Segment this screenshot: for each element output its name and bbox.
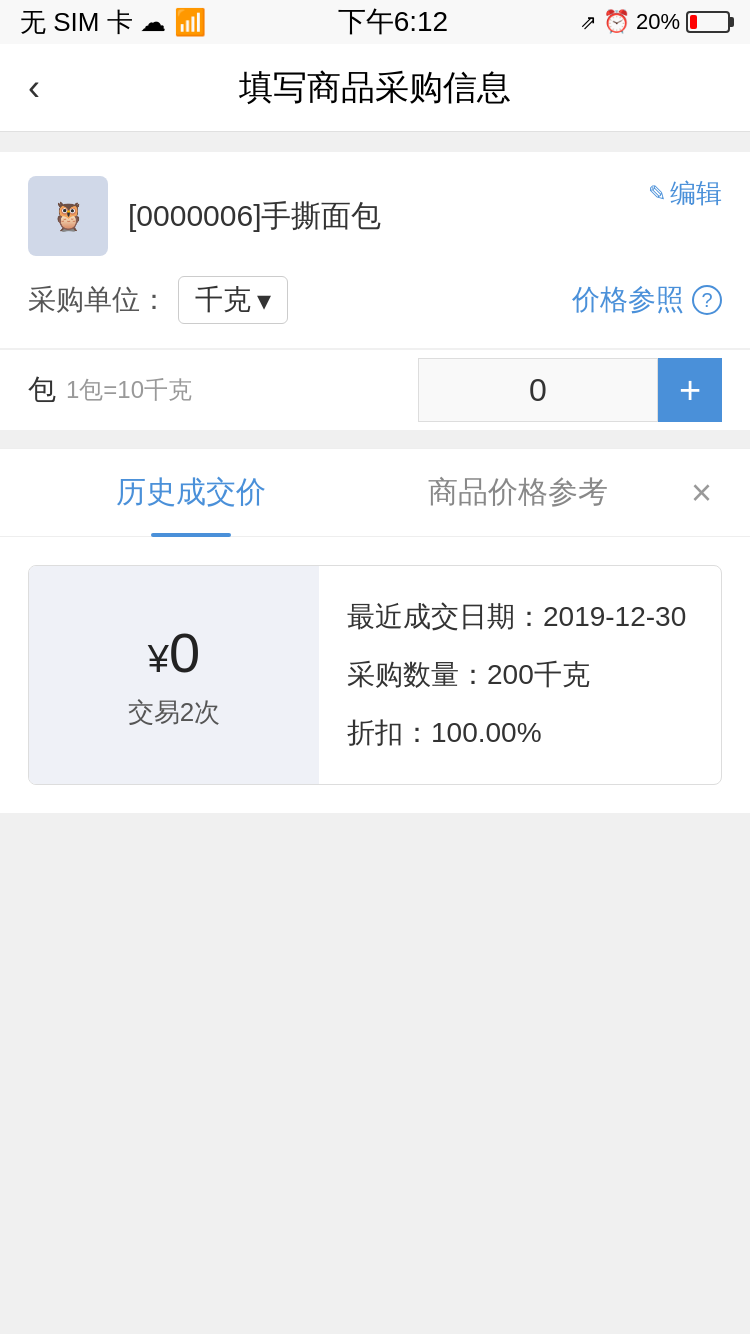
footer-area: [0, 813, 750, 1334]
unit-label: 采购单位：: [28, 281, 168, 319]
price-display: ¥0: [148, 620, 200, 685]
price-value: 0: [169, 621, 200, 684]
recent-date-label: 最近成交日期：: [347, 601, 543, 632]
sim-label: 无 SIM 卡 ☁: [20, 5, 166, 40]
product-name: [0000006]手撕面包: [128, 196, 381, 237]
back-button[interactable]: ‹: [28, 67, 40, 109]
status-bar: 无 SIM 卡 ☁ 📶 下午6:12 ⇗ ⏰ 20%: [0, 0, 750, 44]
qty-input-wrap: +: [418, 358, 722, 422]
qty-unit-icon: 包: [28, 371, 56, 409]
trade-count: 交易2次: [128, 695, 220, 730]
tab-history-price[interactable]: 历史成交价: [28, 449, 354, 537]
discount-row: 折扣：100.00%: [347, 712, 693, 754]
battery-icon: [686, 11, 730, 33]
unit-value: 千克: [195, 281, 251, 319]
qty-value: 200千克: [487, 659, 590, 690]
recent-date-row: 最近成交日期：2019-12-30: [347, 596, 693, 638]
tab-close-button[interactable]: ×: [681, 472, 722, 514]
nav-bar: ‹ 填写商品采购信息: [0, 44, 750, 132]
price-card-right: 最近成交日期：2019-12-30 采购数量：200千克 折扣：100.00%: [319, 566, 721, 784]
qty-unit-detail: 1包=10千克: [66, 374, 192, 406]
quantity-input[interactable]: [418, 358, 658, 422]
discount-value: 100.00%: [431, 717, 542, 748]
unit-select[interactable]: 千克 ▾: [178, 276, 288, 324]
edit-button[interactable]: ✎ 编辑: [648, 176, 722, 211]
purchase-qty-row: 采购数量：200千克: [347, 654, 693, 696]
price-card: ¥0 交易2次 最近成交日期：2019-12-30 采购数量：200千克 折扣：…: [28, 565, 722, 785]
location-icon: ⇗: [580, 10, 597, 34]
qty-plus-button[interactable]: +: [658, 358, 722, 422]
qty-unit-info: 包 1包=10千克: [28, 371, 192, 409]
product-card: 🦉 [0000006]手撕面包 ✎ 编辑 采购单位： 千克 ▾ 价格参照 ?: [0, 152, 750, 348]
unit-arrow-icon: ▾: [257, 284, 271, 317]
edit-label: 编辑: [670, 176, 722, 211]
status-left: 无 SIM 卡 ☁ 📶: [20, 5, 206, 40]
product-left: 🦉 [0000006]手撕面包: [28, 176, 381, 256]
wifi-icon: 📶: [174, 7, 206, 38]
discount-label: 折扣：: [347, 717, 431, 748]
tab-price-ref-label: 商品价格参考: [428, 472, 608, 513]
tab-history-label: 历史成交价: [116, 472, 266, 513]
battery-pct: 20%: [636, 9, 680, 35]
page-title: 填写商品采购信息: [239, 65, 511, 111]
status-time: 下午6:12: [338, 3, 449, 41]
tabs-section: 历史成交价 商品价格参考 × ¥0 交易2次 最近成交日期：2019-12-30…: [0, 448, 750, 813]
unit-row: 采购单位： 千克 ▾: [28, 276, 288, 324]
yen-symbol: ¥: [148, 638, 169, 680]
price-reference-button[interactable]: 价格参照 ?: [572, 281, 722, 319]
tab-product-price-ref[interactable]: 商品价格参考: [354, 449, 680, 537]
price-card-left: ¥0 交易2次: [29, 566, 319, 784]
edit-icon: ✎: [648, 181, 666, 207]
quantity-section: 包 1包=10千克 +: [0, 350, 750, 430]
product-row-bottom: 采购单位： 千克 ▾ 价格参照 ?: [28, 276, 722, 324]
qty-label: 采购数量：: [347, 659, 487, 690]
recent-date-value: 2019-12-30: [543, 601, 686, 632]
price-ref-label: 价格参照: [572, 281, 684, 319]
status-right: ⇗ ⏰ 20%: [580, 9, 730, 35]
product-thumbnail: 🦉: [28, 176, 108, 256]
tabs-header: 历史成交价 商品价格参考 ×: [0, 449, 750, 537]
alarm-icon: ⏰: [603, 9, 630, 35]
product-thumb-icon: 🦉: [51, 200, 86, 233]
history-content: ¥0 交易2次 最近成交日期：2019-12-30 采购数量：200千克 折扣：…: [0, 537, 750, 813]
price-ref-help-icon: ?: [692, 285, 722, 315]
